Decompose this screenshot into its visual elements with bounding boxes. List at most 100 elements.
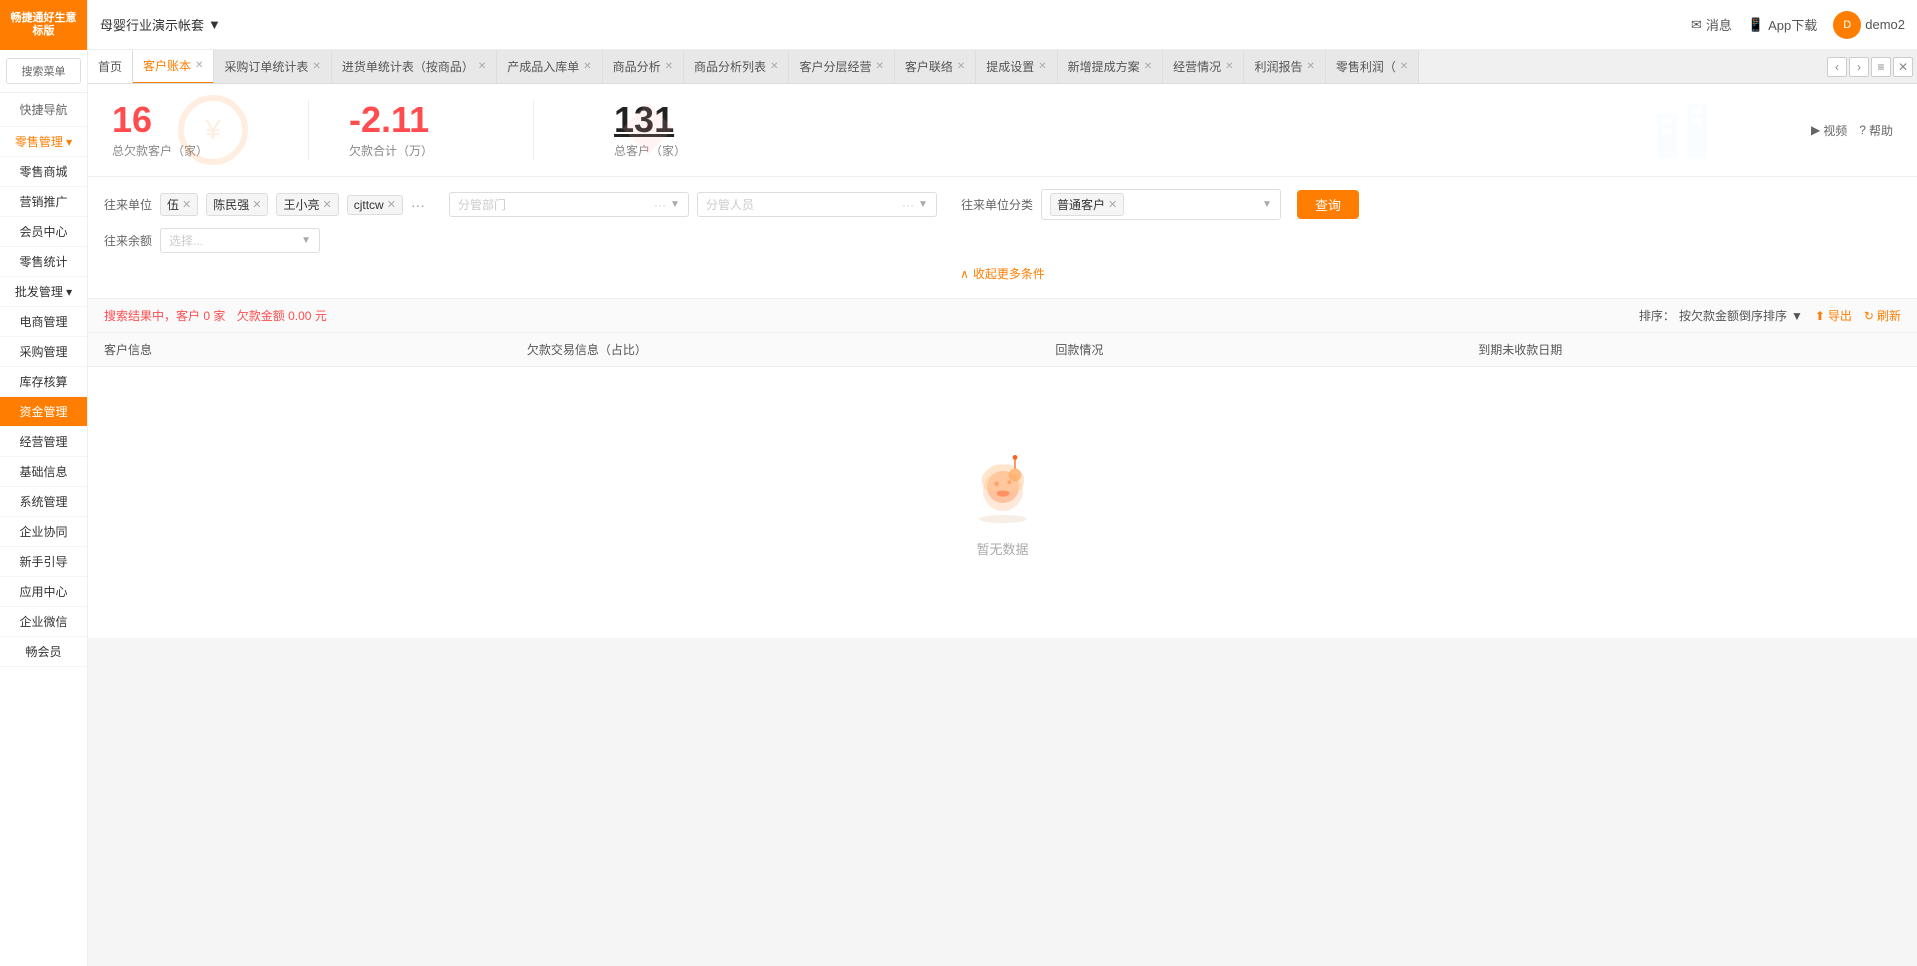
collapse-row: ∧ 收起更多条件 — [104, 261, 1901, 286]
total-debt-amount-number: -2.11 — [349, 102, 429, 138]
filter-tag-3-close[interactable]: ✕ — [323, 198, 332, 211]
video-button[interactable]: ▶ 视频 — [1811, 122, 1847, 139]
tab-customer-account[interactable]: 客户账本✕ — [133, 50, 214, 84]
sidebar-item-enterprise-collab[interactable]: 企业协同 — [0, 517, 87, 547]
more-tags-button[interactable]: ··· — [411, 197, 425, 213]
tab-business-situation[interactable]: 经营情况✕ — [1163, 50, 1244, 84]
filter-tag-4-close[interactable]: ✕ — [387, 198, 396, 211]
help-button[interactable]: ? 帮助 — [1859, 122, 1893, 139]
export-button[interactable]: ⬆ 导出 — [1815, 307, 1852, 324]
sidebar-item-retail-stats[interactable]: 零售统计 — [0, 247, 87, 277]
topbar-left: 母婴行业演示帐套 ▼ — [100, 15, 221, 34]
tab-close-customer-contact[interactable]: ✕ — [957, 61, 965, 72]
tab-promotion-settings[interactable]: 提成设置✕ — [976, 50, 1057, 84]
tab-close-profit-report[interactable]: ✕ — [1307, 61, 1315, 72]
tab-close-customer-account[interactable]: ✕ — [195, 60, 203, 71]
tab-product-analysis[interactable]: 商品分析✕ — [603, 50, 684, 84]
sidebar-item-member-center[interactable]: 会员中心 — [0, 217, 87, 247]
person-chevron-icon: ▼ — [918, 199, 928, 210]
sidebar: 畅捷通好生意 标版 搜索菜单 快捷导航 零售管理 ▾零售商城营销推广会员中心零售… — [0, 0, 88, 966]
help-label: 帮助 — [1869, 122, 1893, 139]
sidebar-item-vip-member[interactable]: 畅会员 — [0, 637, 87, 667]
tab-close-purchase-order-stats[interactable]: ✕ — [312, 61, 320, 72]
filter-tag-3[interactable]: 王小亮 ✕ — [276, 193, 338, 216]
refresh-button[interactable]: ↻ 刷新 — [1864, 307, 1901, 324]
tab-close-customer-segment[interactable]: ✕ — [875, 61, 883, 72]
category-tag[interactable]: 普通客户 ✕ — [1050, 193, 1124, 216]
topbar-right: ✉ 消息 📱 App下载 D demo2 — [1691, 11, 1905, 39]
sidebar-logo: 畅捷通好生意 标版 — [0, 0, 87, 50]
tab-inbound-stats[interactable]: 进货单统计表（按商品）✕ — [332, 50, 497, 84]
dept-filter[interactable]: 分管部门 ··· ▼ — [449, 192, 689, 217]
sidebar-item-retail-mgmt[interactable]: 零售管理 ▾ — [0, 127, 87, 157]
category-tag-close[interactable]: ✕ — [1108, 198, 1117, 211]
sidebar-item-capital-mgmt[interactable]: 资金管理 — [0, 397, 87, 427]
tab-close-promotion-settings[interactable]: ✕ — [1038, 61, 1046, 72]
tab-close-product-inbound[interactable]: ✕ — [583, 61, 591, 72]
tab-profit-report[interactable]: 利润报告✕ — [1244, 50, 1325, 84]
tab-close-all-button[interactable]: ✕ — [1893, 57, 1913, 77]
sidebar-item-system-mgmt[interactable]: 系统管理 — [0, 487, 87, 517]
tab-customer-contact[interactable]: 客户联络 ✕ — [895, 50, 976, 84]
balance-filter[interactable]: 选择... ▼ — [160, 228, 320, 253]
query-button[interactable]: 查询 — [1297, 190, 1359, 219]
filter-row-2: 往来余额 选择... ▼ — [104, 228, 1901, 253]
app-download-button[interactable]: 📱 App下载 — [1748, 15, 1817, 34]
filter-tag-4[interactable]: cjttcw ✕ — [347, 195, 403, 215]
tab-prev-button[interactable]: ‹ — [1827, 57, 1847, 77]
refresh-label: 刷新 — [1877, 307, 1901, 324]
collapse-button[interactable]: ∧ 收起更多条件 — [956, 261, 1049, 286]
sidebar-item-retail-mall[interactable]: 零售商城 — [0, 157, 87, 187]
sidebar-item-new-guide[interactable]: 新手引导 — [0, 547, 87, 577]
diamond-bg-icon: ✦ — [618, 99, 678, 162]
tab-retail-profit[interactable]: 零售利润（✕ — [1326, 50, 1419, 84]
amount-prefix: 欠款金额 — [237, 309, 285, 323]
person-filter[interactable]: 分管人员 ··· ▼ — [697, 192, 937, 217]
table-section: 客户信息 欠款交易信息（占比） 回款情况 到期未收款日期 — [88, 333, 1917, 638]
tab-label-customer-contact: 客户联络 — [905, 58, 953, 75]
sort-select[interactable]: 排序： 按欠款金额倒序排序 ▼ — [1639, 307, 1803, 324]
filter-tag-1[interactable]: 伍 ✕ — [160, 193, 198, 216]
search-menu-area[interactable]: 搜索菜单 — [0, 50, 87, 93]
tab-next-button[interactable]: › — [1849, 57, 1869, 77]
tab-close-retail-profit[interactable]: ✕ — [1400, 61, 1408, 72]
table-col-payment-status: 回款情况 — [1055, 341, 1478, 358]
sidebar-item-ecommerce-mgmt[interactable]: 电商管理 — [0, 307, 87, 337]
total-debt-customers-number: 16 — [112, 102, 152, 138]
tab-close-business-situation[interactable]: ✕ — [1225, 61, 1233, 72]
table-col-debt-info: 欠款交易信息（占比） — [527, 341, 1056, 358]
tab-product-analysis-list[interactable]: 商品分析列表✕ — [684, 50, 789, 84]
sidebar-item-purchase-mgmt[interactable]: 采购管理 — [0, 337, 87, 367]
dept-filter-label: 分管部门 — [458, 196, 506, 213]
tab-home[interactable]: 首页 — [88, 50, 133, 84]
tab-customer-segment[interactable]: 客户分层经营✕ — [789, 50, 894, 84]
filter-tag-1-close[interactable]: ✕ — [182, 198, 191, 211]
tabbar: 首页客户账本✕采购订单统计表✕进货单统计表（按商品）✕产成品入库单✕商品分析✕商… — [88, 50, 1917, 84]
filter-tag-2[interactable]: 陈民强 ✕ — [206, 193, 268, 216]
tab-new-promotion-plan[interactable]: 新增提成方案✕ — [1058, 50, 1163, 84]
tab-close-new-promotion-plan[interactable]: ✕ — [1144, 61, 1152, 72]
sidebar-item-enterprise-wechat[interactable]: 企业微信 — [0, 607, 87, 637]
tab-close-product-analysis[interactable]: ✕ — [665, 61, 673, 72]
tab-product-inbound[interactable]: 产成品入库单✕ — [497, 50, 602, 84]
sidebar-item-marketing[interactable]: 营销推广 — [0, 187, 87, 217]
category-filter[interactable]: 普通客户 ✕ ▼ — [1041, 189, 1281, 220]
tab-close-product-analysis-list[interactable]: ✕ — [770, 61, 778, 72]
sidebar-item-inventory[interactable]: 库存核算 — [0, 367, 87, 397]
quick-nav-button[interactable]: 快捷导航 — [0, 93, 87, 127]
filter-tag-2-close[interactable]: ✕ — [252, 198, 261, 211]
messages-button[interactable]: ✉ 消息 — [1691, 15, 1732, 34]
tab-purchase-order-stats[interactable]: 采购订单统计表✕ — [214, 50, 331, 84]
sidebar-item-app-center[interactable]: 应用中心 — [0, 577, 87, 607]
sidebar-item-basic-info[interactable]: 基础信息 — [0, 457, 87, 487]
tab-expand-button[interactable]: ≡ — [1871, 57, 1891, 77]
search-menu-button[interactable]: 搜索菜单 — [6, 58, 81, 84]
tab-close-inbound-stats[interactable]: ✕ — [478, 61, 486, 72]
sidebar-item-batch-mgmt[interactable]: 批发管理 ▾ — [0, 277, 87, 307]
export-icon: ⬆ — [1815, 309, 1825, 323]
total-debt-amount-label: 欠款合计（万） — [349, 142, 433, 159]
sidebar-item-business-mgmt[interactable]: 经营管理 — [0, 427, 87, 457]
account-selector[interactable]: 母婴行业演示帐套 ▼ — [100, 15, 221, 34]
user-profile[interactable]: D demo2 — [1833, 11, 1905, 39]
sort-chevron-icon: ▼ — [1791, 309, 1803, 323]
